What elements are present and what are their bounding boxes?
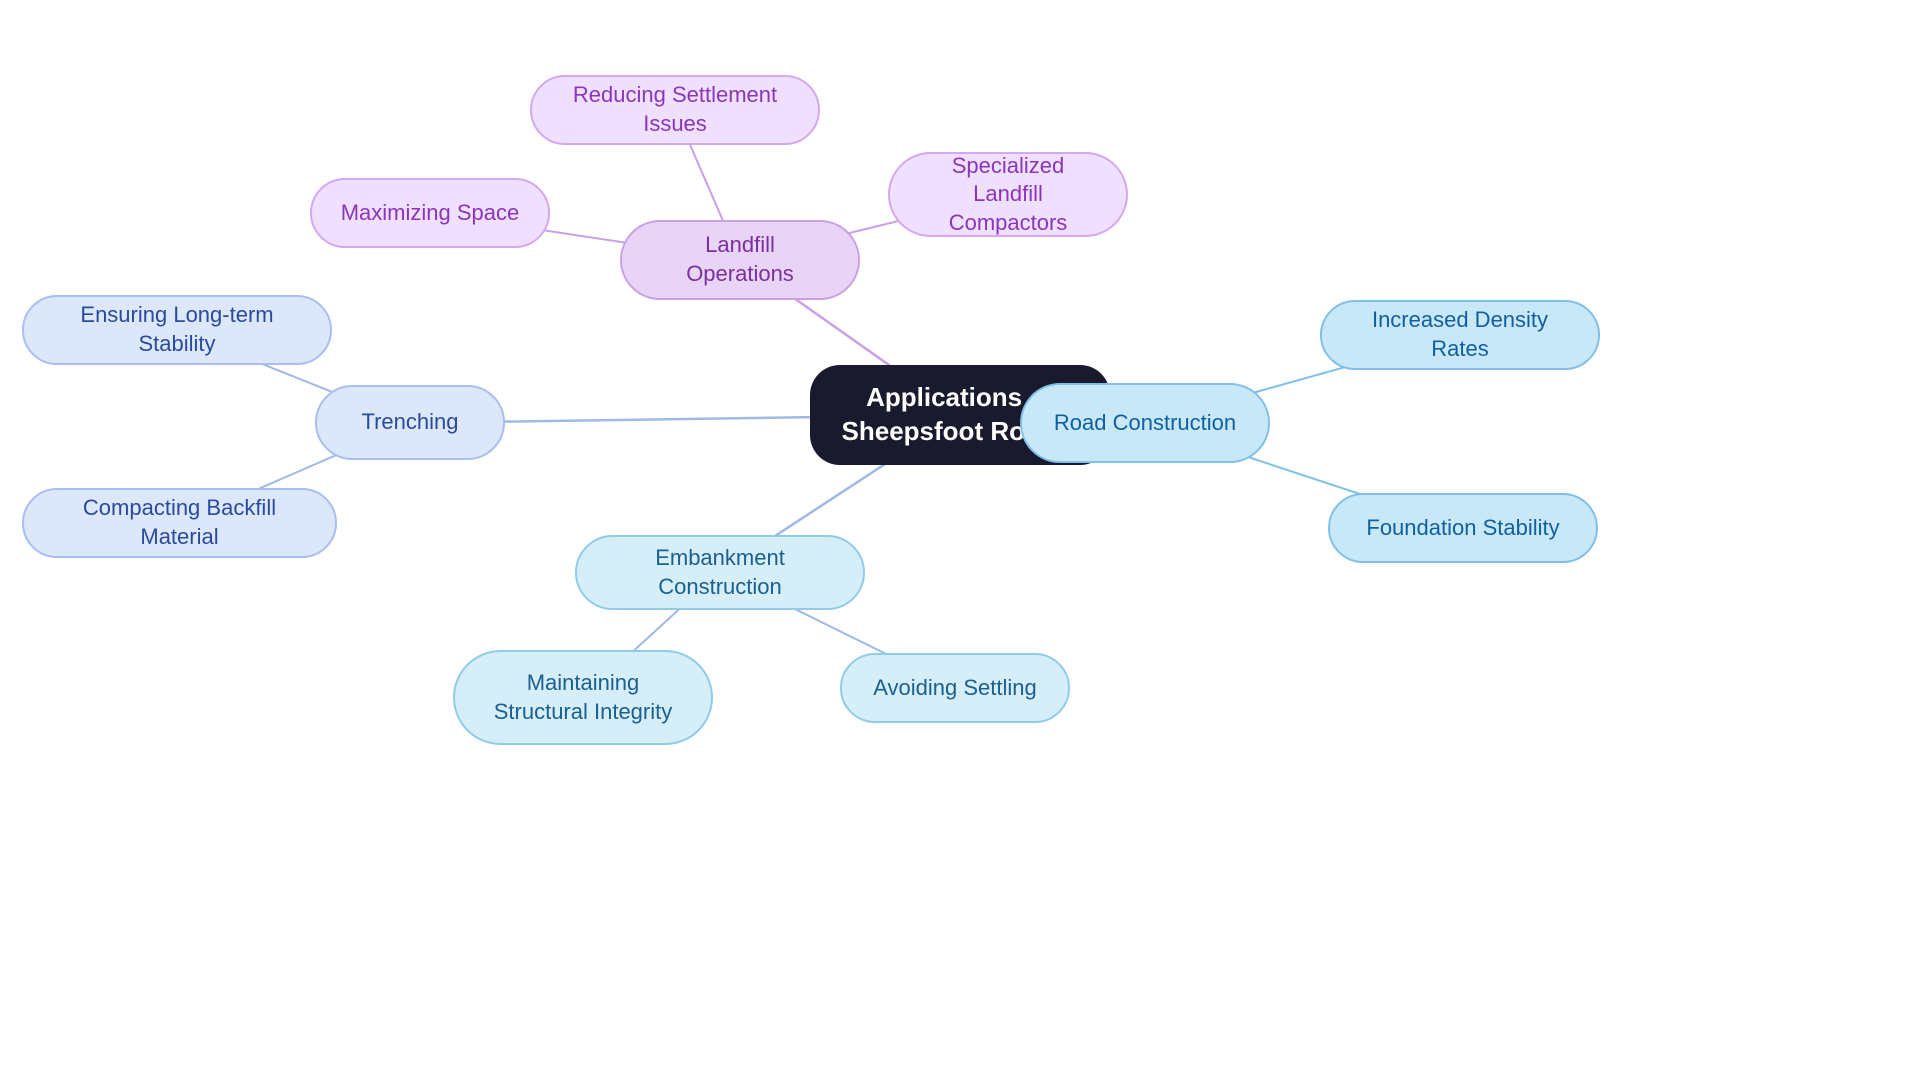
ensuring-node: Ensuring Long-term Stability [22,295,332,365]
trenching-node: Trenching [315,385,505,460]
maximizing-node: Maximizing Space [310,178,550,248]
road-node: Road Construction [1020,383,1270,463]
compacting-node: Compacting Backfill Material [22,488,337,558]
avoiding-node: Avoiding Settling [840,653,1070,723]
foundation-node: Foundation Stability [1328,493,1598,563]
maintaining-node: Maintaining Structural Integrity [453,650,713,745]
landfill-node: Landfill Operations [620,220,860,300]
reducing-node: Reducing Settlement Issues [530,75,820,145]
specialized-node: Specialized Landfill Compactors [888,152,1128,237]
embankment-node: Embankment Construction [575,535,865,610]
increased-node: Increased Density Rates [1320,300,1600,370]
